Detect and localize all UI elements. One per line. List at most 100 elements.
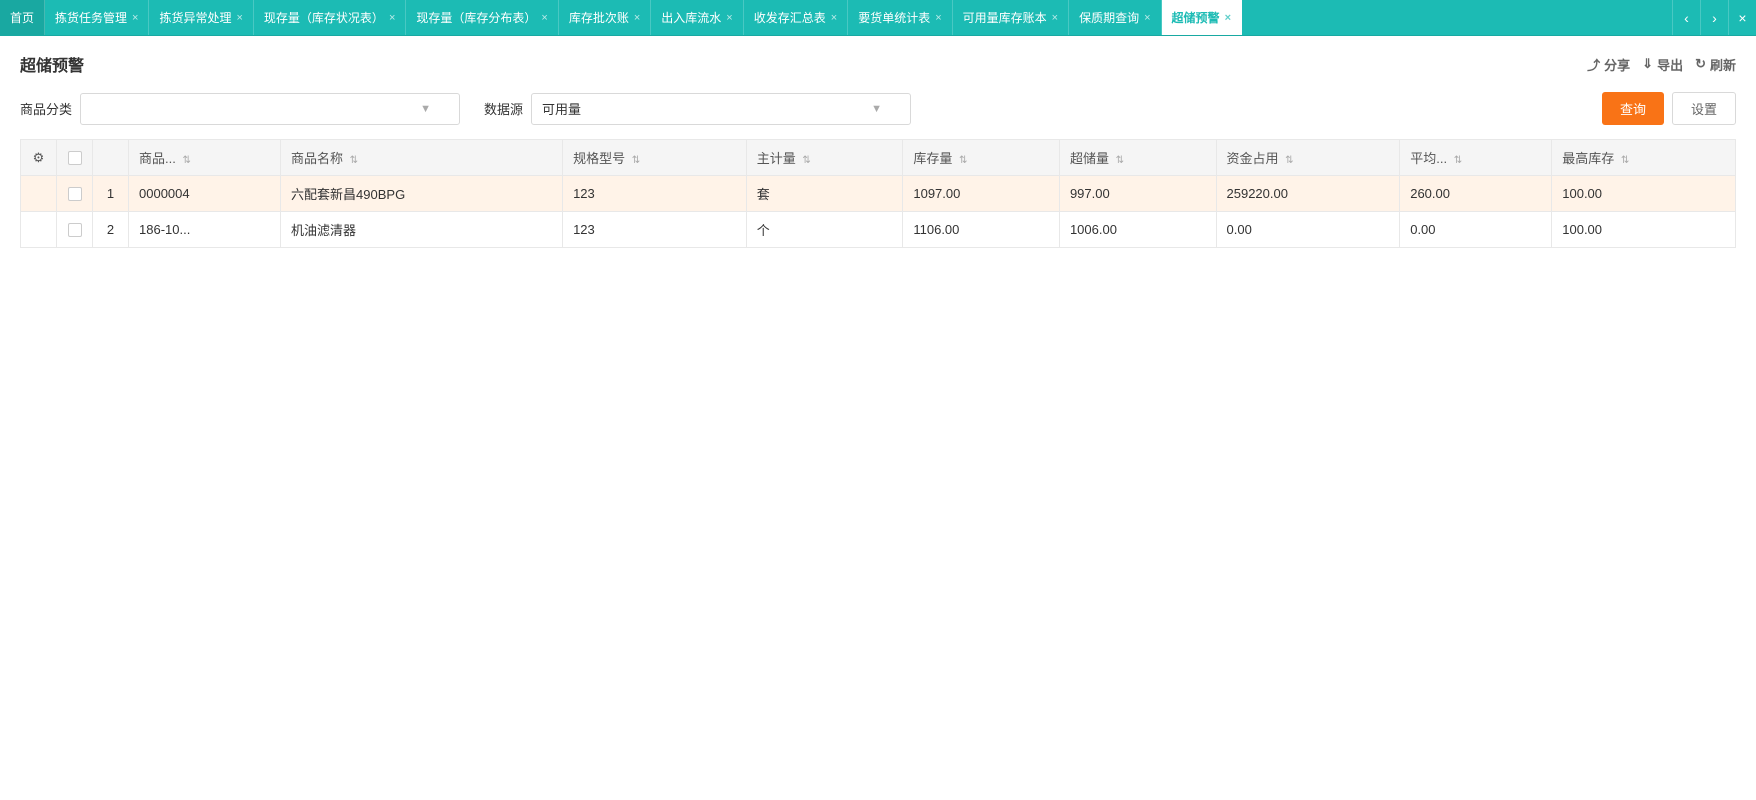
sort-max-stock-icon[interactable]: ⇅ bbox=[1621, 155, 1629, 166]
th-overstock-label: 超储量 bbox=[1070, 151, 1109, 166]
nav-task-mgmt-close[interactable]: × bbox=[132, 12, 138, 24]
td-overstock-1: 1006.00 bbox=[1059, 212, 1216, 248]
nav-available-account-close[interactable]: × bbox=[1052, 12, 1058, 24]
nav-arrow-right[interactable]: › bbox=[1700, 0, 1728, 35]
nav-summary-close[interactable]: × bbox=[831, 12, 837, 24]
sort-capital-icon[interactable]: ⇅ bbox=[1285, 155, 1293, 166]
datasource-dropdown-icon: ▼ bbox=[871, 103, 882, 115]
td-checkbox-0[interactable] bbox=[57, 176, 93, 212]
nav-overstock-alert[interactable]: 超储预警 × bbox=[1162, 0, 1242, 35]
row-checkbox-0[interactable] bbox=[68, 187, 82, 201]
category-select[interactable]: ▼ bbox=[80, 93, 460, 125]
table-row: 2 186-10... 机油滤清器 123 个 1106.00 1006.00 … bbox=[21, 212, 1736, 248]
nav-exception-handle[interactable]: 拣货异常处理 × bbox=[149, 0, 253, 35]
nav-order-stats-close[interactable]: × bbox=[935, 12, 941, 24]
td-settings-0 bbox=[21, 176, 57, 212]
datasource-select[interactable]: 可用量 ▼ bbox=[531, 93, 911, 125]
page-actions: ⤴ 分享 ⇓ 导出 ↻ 刷新 bbox=[1587, 55, 1736, 74]
th-overstock[interactable]: 超储量 ⇅ bbox=[1059, 140, 1216, 176]
nav-exception-label: 拣货异常处理 bbox=[159, 9, 231, 26]
table-header-row: ⚙ 商品... ⇅ 商品名称 ⇅ 规格型号 ⇅ bbox=[21, 140, 1736, 176]
th-capital[interactable]: 资金占用 ⇅ bbox=[1216, 140, 1400, 176]
td-unit-1: 个 bbox=[746, 212, 903, 248]
filter-bar: 商品分类 ▼ 数据源 可用量 ▼ 查询 设置 bbox=[20, 92, 1736, 125]
th-avg-price-label: 平均... bbox=[1410, 151, 1447, 166]
nav-summary-label: 收发存汇总表 bbox=[754, 9, 826, 26]
refresh-icon: ↻ bbox=[1695, 56, 1706, 72]
share-label: 分享 bbox=[1604, 55, 1630, 74]
nav-inventory-dist-label: 现存量（库存分布表） bbox=[416, 9, 536, 26]
query-button[interactable]: 查询 bbox=[1602, 92, 1664, 125]
nav-overstock-close[interactable]: × bbox=[1225, 12, 1231, 24]
th-checkbox[interactable] bbox=[57, 140, 93, 176]
nav-expiry-query[interactable]: 保质期查询 × bbox=[1069, 0, 1161, 35]
share-button[interactable]: ⤴ 分享 bbox=[1587, 55, 1630, 74]
td-product-code-1: 186-10... bbox=[129, 212, 281, 248]
category-dropdown-icon: ▼ bbox=[420, 103, 431, 115]
td-product-code-0: 0000004 bbox=[129, 176, 281, 212]
nav-inventory-status-close[interactable]: × bbox=[389, 12, 395, 24]
export-icon: ⇓ bbox=[1642, 56, 1653, 72]
nav-inventory-status-label: 现存量（库存状况表） bbox=[264, 9, 384, 26]
th-product-name[interactable]: 商品名称 ⇅ bbox=[281, 140, 563, 176]
nav-task-mgmt[interactable]: 拣货任务管理 × bbox=[45, 0, 149, 35]
th-product-code-label: 商品... bbox=[139, 151, 176, 166]
nav-batch-account-close[interactable]: × bbox=[634, 12, 640, 24]
nav-expiry-close[interactable]: × bbox=[1144, 12, 1150, 24]
nav-overstock-label: 超储预警 bbox=[1172, 9, 1220, 26]
export-label: 导出 bbox=[1657, 55, 1683, 74]
nav-inout-flow-close[interactable]: × bbox=[726, 12, 732, 24]
page-content: 超储预警 ⤴ 分享 ⇓ 导出 ↻ 刷新 商品分类 ▼ 数据源 bbox=[0, 36, 1756, 264]
th-spec[interactable]: 规格型号 ⇅ bbox=[563, 140, 747, 176]
gear-icon: ⚙ bbox=[33, 150, 45, 165]
data-table: ⚙ 商品... ⇅ 商品名称 ⇅ 规格型号 ⇅ bbox=[20, 139, 1736, 248]
sort-overstock-icon[interactable]: ⇅ bbox=[1116, 155, 1124, 166]
td-product-name-0: 六配套新昌490BPG bbox=[281, 176, 563, 212]
settings-button[interactable]: 设置 bbox=[1672, 92, 1736, 125]
nav-inout-flow-label: 出入库流水 bbox=[661, 9, 721, 26]
export-button[interactable]: ⇓ 导出 bbox=[1642, 55, 1683, 74]
row-checkbox-1[interactable] bbox=[68, 223, 82, 237]
page-title: 超储预警 bbox=[20, 52, 84, 76]
nav-inout-flow[interactable]: 出入库流水 × bbox=[651, 0, 743, 35]
share-icon: ⤴ bbox=[1587, 55, 1600, 74]
th-product-code[interactable]: 商品... ⇅ bbox=[129, 140, 281, 176]
nav-order-stats[interactable]: 要货单统计表 × bbox=[848, 0, 952, 35]
th-stock[interactable]: 库存量 ⇅ bbox=[903, 140, 1060, 176]
nav-inventory-status[interactable]: 现存量（库存状况表） × bbox=[254, 0, 406, 35]
sort-avg-price-icon[interactable]: ⇅ bbox=[1454, 155, 1462, 166]
nav-inventory-dist-close[interactable]: × bbox=[541, 12, 547, 24]
sort-stock-icon[interactable]: ⇅ bbox=[959, 155, 967, 166]
nav-home[interactable]: 首页 bbox=[0, 0, 45, 35]
td-capital-0: 259220.00 bbox=[1216, 176, 1400, 212]
th-avg-price[interactable]: 平均... ⇅ bbox=[1400, 140, 1552, 176]
header-checkbox[interactable] bbox=[68, 151, 82, 165]
nav-exception-close[interactable]: × bbox=[236, 12, 242, 24]
category-label: 商品分类 bbox=[20, 99, 72, 118]
nav-arrow-close[interactable]: × bbox=[1728, 0, 1756, 35]
nav-batch-account[interactable]: 库存批次账 × bbox=[559, 0, 651, 35]
sort-unit-icon[interactable]: ⇅ bbox=[802, 155, 810, 166]
sort-product-name-icon[interactable]: ⇅ bbox=[350, 155, 358, 166]
nav-arrows: ‹ › × bbox=[1672, 0, 1756, 35]
th-settings[interactable]: ⚙ bbox=[21, 140, 57, 176]
td-capital-1: 0.00 bbox=[1216, 212, 1400, 248]
th-unit[interactable]: 主计量 ⇅ bbox=[746, 140, 903, 176]
nav-batch-account-label: 库存批次账 bbox=[569, 9, 629, 26]
sort-spec-icon[interactable]: ⇅ bbox=[632, 155, 640, 166]
th-row-num bbox=[93, 140, 129, 176]
th-capital-label: 资金占用 bbox=[1227, 151, 1279, 166]
datasource-filter: 数据源 可用量 ▼ bbox=[484, 93, 911, 125]
top-nav: 首页 拣货任务管理 × 拣货异常处理 × 现存量（库存状况表） × 现存量（库存… bbox=[0, 0, 1756, 36]
nav-summary-table[interactable]: 收发存汇总表 × bbox=[744, 0, 848, 35]
td-checkbox-1[interactable] bbox=[57, 212, 93, 248]
td-spec-1: 123 bbox=[563, 212, 747, 248]
sort-product-code-icon[interactable]: ⇅ bbox=[182, 155, 190, 166]
th-max-stock[interactable]: 最高库存 ⇅ bbox=[1552, 140, 1736, 176]
datasource-value: 可用量 bbox=[542, 99, 581, 118]
nav-inventory-dist[interactable]: 现存量（库存分布表） × bbox=[406, 0, 558, 35]
nav-available-account[interactable]: 可用量库存账本 × bbox=[953, 0, 1069, 35]
nav-arrow-left[interactable]: ‹ bbox=[1672, 0, 1700, 35]
refresh-button[interactable]: ↻ 刷新 bbox=[1695, 55, 1736, 74]
td-overstock-0: 997.00 bbox=[1059, 176, 1216, 212]
